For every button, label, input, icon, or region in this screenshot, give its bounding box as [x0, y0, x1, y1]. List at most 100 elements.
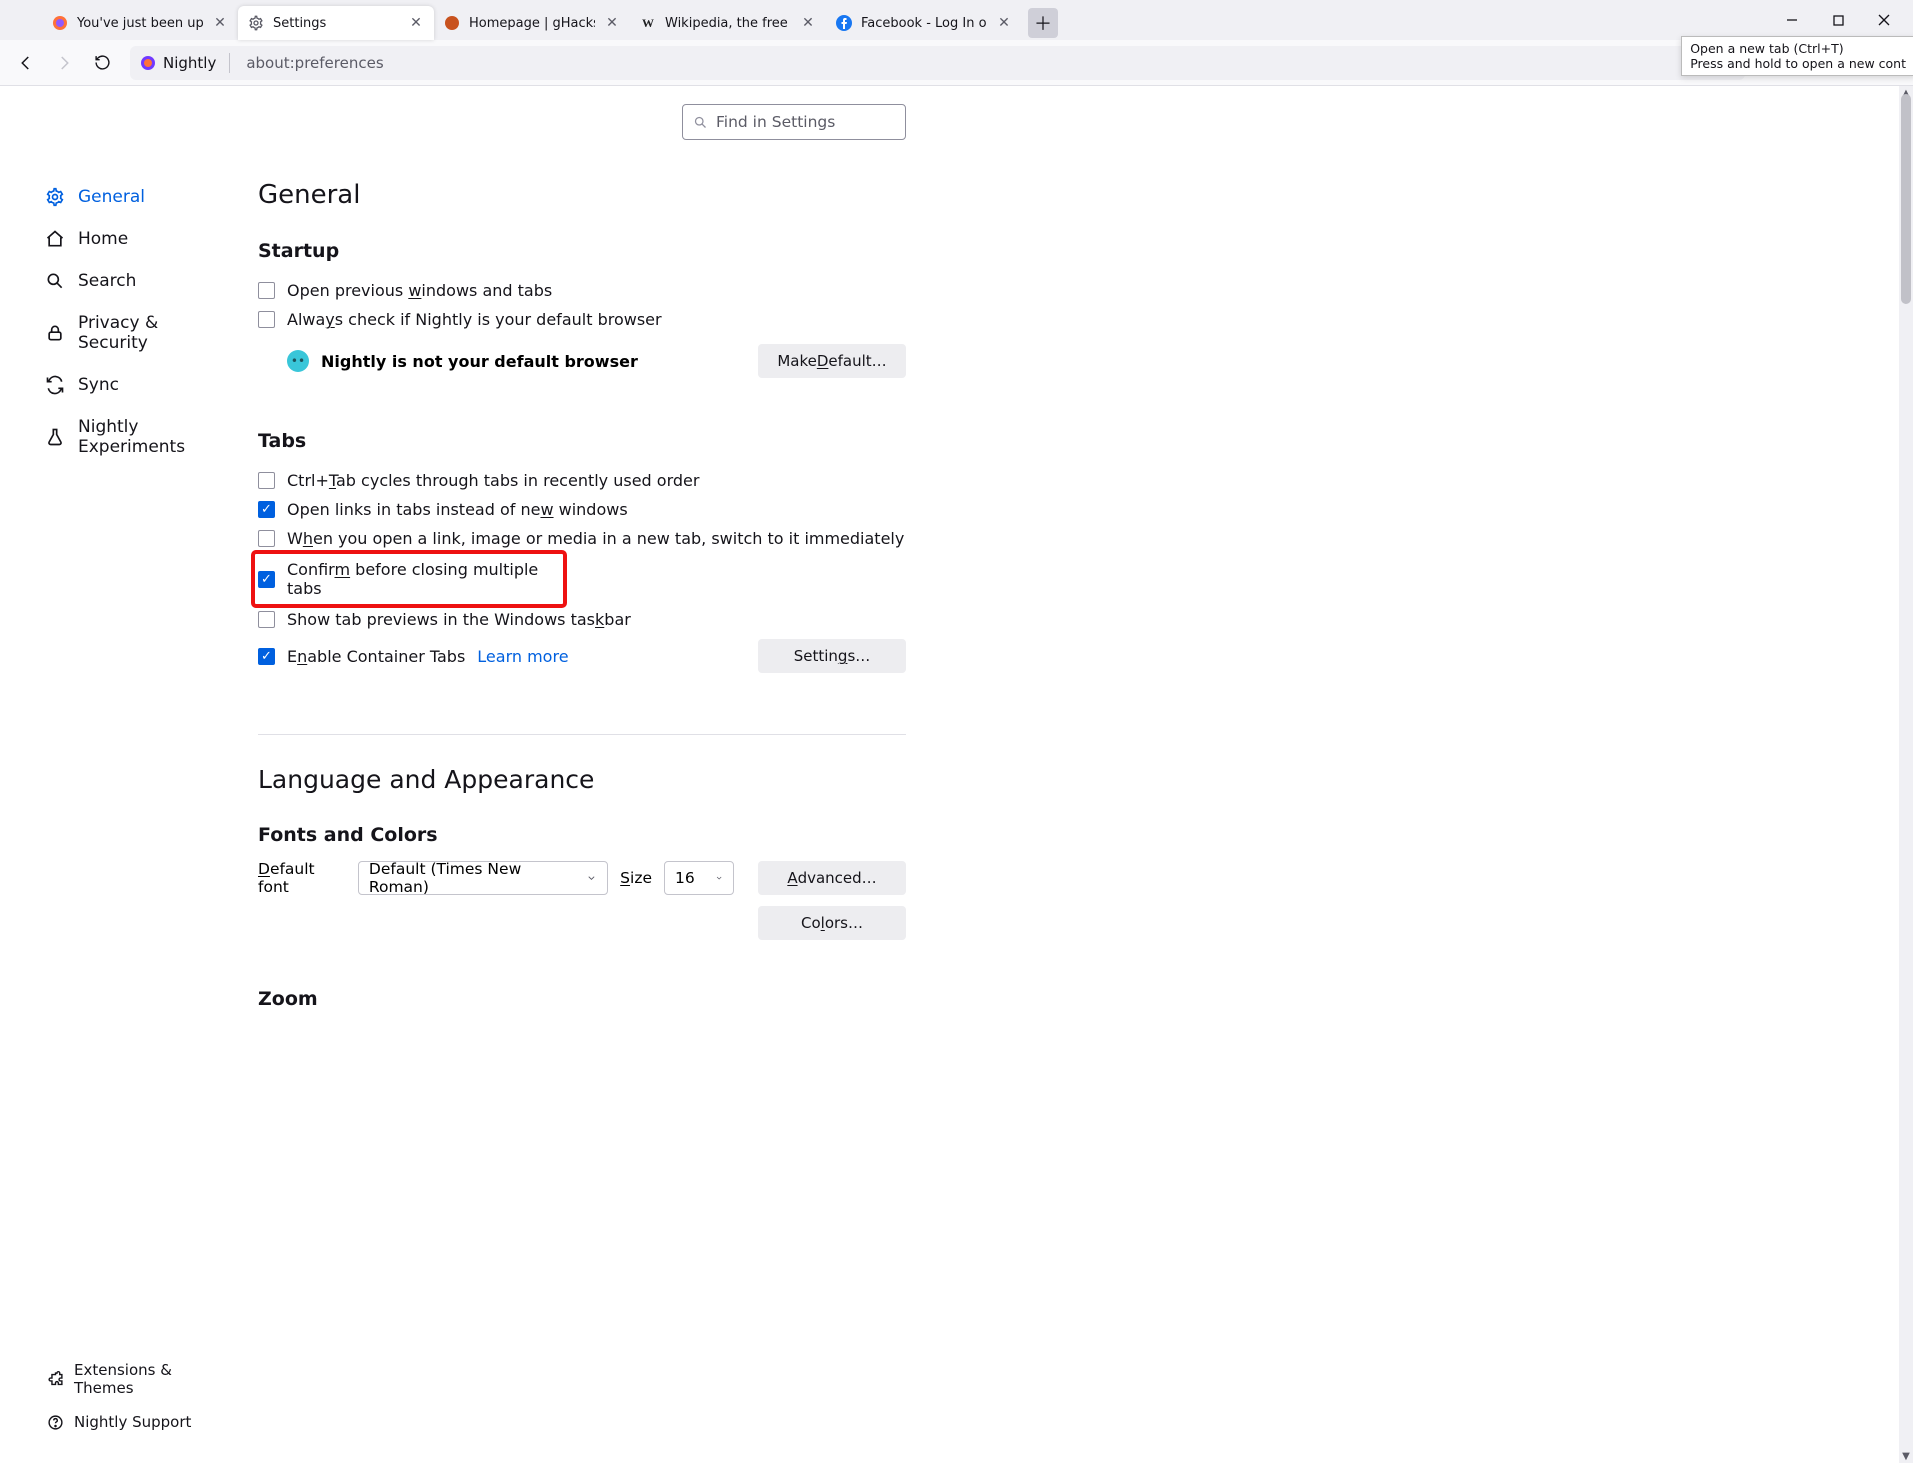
url-bar[interactable]: Nightly about:preferences — [130, 46, 1745, 80]
close-window-button[interactable] — [1861, 4, 1907, 36]
chevron-down-icon — [586, 872, 597, 884]
category-search[interactable]: Search — [0, 260, 238, 302]
tab-upgraded[interactable]: You've just been upgraded ✕ — [42, 6, 238, 40]
link-label: Extensions & Themes — [74, 1361, 226, 1397]
gear-icon — [248, 15, 264, 31]
identity-box[interactable]: Nightly — [140, 53, 236, 73]
colors-button[interactable]: Colors… — [758, 906, 906, 940]
pref-label: Enable Container Tabs — [287, 647, 465, 666]
maximize-button[interactable] — [1815, 4, 1861, 36]
pref-taskbar-previews[interactable]: Show tab previews in the Windows taskbar — [258, 605, 906, 634]
pref-switch-immediately[interactable]: When you open a link, image or media in … — [258, 524, 906, 553]
checkbox-checked[interactable]: ✓ — [258, 571, 275, 588]
pref-open-links-in-tabs[interactable]: ✓ Open links in tabs instead of new wind… — [258, 495, 906, 524]
category-privacy[interactable]: Privacy & Security — [0, 302, 238, 364]
font-size-select[interactable]: 16 — [664, 861, 734, 895]
minimize-button[interactable] — [1769, 4, 1815, 36]
search-placeholder: Find in Settings — [716, 113, 835, 131]
sync-icon — [44, 374, 66, 396]
pref-label: When you open a link, image or media in … — [287, 529, 904, 548]
sidebar-bottom: Extensions & Themes Nightly Support — [0, 1353, 238, 1463]
category-sync[interactable]: Sync — [0, 364, 238, 406]
default-font-select[interactable]: Default (Times New Roman) — [358, 861, 608, 895]
checkbox[interactable] — [258, 530, 275, 547]
close-icon[interactable]: ✕ — [800, 15, 816, 31]
pref-ctrl-tab[interactable]: Ctrl+Tab cycles through tabs in recently… — [258, 466, 906, 495]
section-language-appearance: Language and Appearance — [258, 734, 906, 794]
tab-title: Settings — [273, 16, 399, 31]
section-zoom: Zoom — [258, 988, 1913, 1010]
category-label: Sync — [78, 375, 119, 395]
preferences-body: General Home Search Privacy & Security S… — [0, 86, 1913, 1463]
make-default-button[interactable]: Make Default… — [758, 344, 906, 378]
close-icon[interactable]: ✕ — [212, 15, 228, 31]
category-experiments[interactable]: Nightly Experiments — [0, 406, 238, 468]
link-label: Nightly Support — [74, 1413, 191, 1431]
tab-settings[interactable]: Settings ✕ — [238, 6, 434, 40]
flask-icon — [44, 426, 66, 448]
new-tab-button[interactable]: ＋ — [1028, 8, 1058, 38]
nav-toolbar: Nightly about:preferences — [0, 40, 1913, 86]
url-text: about:preferences — [246, 54, 383, 72]
vertical-scrollbar[interactable]: ▲ ▼ — [1899, 86, 1913, 1463]
sad-face-icon: •• — [287, 350, 309, 372]
category-home[interactable]: Home — [0, 218, 238, 260]
scroll-thumb[interactable] — [1901, 94, 1911, 304]
ghacks-icon — [444, 15, 460, 31]
colors-row: Colors… — [258, 906, 906, 940]
category-general[interactable]: General — [0, 176, 238, 218]
forward-button[interactable] — [48, 47, 80, 79]
select-value: Default (Times New Roman) — [369, 860, 566, 896]
close-icon[interactable]: ✕ — [408, 15, 424, 31]
tab-title: Wikipedia, the free encyclop — [665, 16, 791, 31]
find-in-settings[interactable]: Find in Settings — [682, 104, 906, 140]
back-button[interactable] — [10, 47, 42, 79]
pref-container-tabs[interactable]: ✓ Enable Container Tabs Learn more Setti… — [258, 634, 906, 678]
close-icon[interactable]: ✕ — [604, 15, 620, 31]
default-font-row: Default font Default (Times New Roman) S… — [258, 860, 906, 896]
pref-confirm-close-multiple[interactable]: ✓ Confirm before closing multiple tabs — [254, 553, 564, 605]
new-tab-tooltip: Open a new tab (Ctrl+T) Press and hold t… — [1681, 36, 1913, 76]
nightly-icon — [140, 55, 156, 71]
close-icon[interactable]: ✕ — [996, 15, 1012, 31]
checkbox-checked[interactable]: ✓ — [258, 648, 275, 665]
checkbox[interactable] — [258, 611, 275, 628]
size-label: Size — [620, 869, 652, 887]
pref-open-previous[interactable]: Open previous windows and tabs — [258, 276, 906, 305]
firefox-icon — [52, 15, 68, 31]
learn-more-link[interactable]: Learn more — [477, 647, 568, 666]
support-link[interactable]: Nightly Support — [0, 1405, 238, 1439]
extensions-link[interactable]: Extensions & Themes — [0, 1353, 238, 1405]
search-icon — [44, 270, 66, 292]
checkbox[interactable] — [258, 472, 275, 489]
section-tabs: Tabs — [258, 430, 1913, 452]
container-settings-button[interactable]: Settings… — [758, 639, 906, 673]
default-browser-row: •• Nightly is not your default browser M… — [258, 344, 906, 378]
category-label: Home — [78, 229, 128, 249]
pref-always-check-default[interactable]: Always check if Nightly is your default … — [258, 305, 906, 334]
fonts-advanced-button[interactable]: Advanced… — [758, 861, 906, 895]
tab-facebook[interactable]: Facebook - Log In or Sign U ✕ — [826, 6, 1022, 40]
category-label: General — [78, 187, 145, 207]
category-label: Privacy & Security — [78, 313, 226, 353]
checkbox[interactable] — [258, 282, 275, 299]
tab-wikipedia[interactable]: W Wikipedia, the free encyclop ✕ — [630, 6, 826, 40]
reload-button[interactable] — [86, 47, 118, 79]
search-icon — [693, 115, 708, 130]
pref-label: Confirm before closing multiple tabs — [287, 560, 558, 598]
scroll-down-arrow[interactable]: ▼ — [1899, 1449, 1913, 1463]
pref-label: Show tab previews in the Windows taskbar — [287, 610, 631, 629]
pref-label: Open links in tabs instead of new window… — [287, 500, 628, 519]
tab-strip: You've just been upgraded ✕ Settings ✕ H… — [0, 0, 1913, 40]
page-title: General — [258, 180, 1913, 210]
tab-ghacks[interactable]: Homepage | gHacks Techn ✕ — [434, 6, 630, 40]
category-label: Search — [78, 271, 136, 291]
home-icon — [44, 228, 66, 250]
categories-sidebar: General Home Search Privacy & Security S… — [0, 86, 238, 1463]
pref-label: Open previous windows and tabs — [287, 281, 552, 300]
checkbox[interactable] — [258, 311, 275, 328]
tooltip-line2: Press and hold to open a new cont — [1690, 56, 1906, 71]
section-fonts: Fonts and Colors — [258, 824, 1913, 846]
checkbox-checked[interactable]: ✓ — [258, 501, 275, 518]
facebook-icon — [836, 15, 852, 31]
